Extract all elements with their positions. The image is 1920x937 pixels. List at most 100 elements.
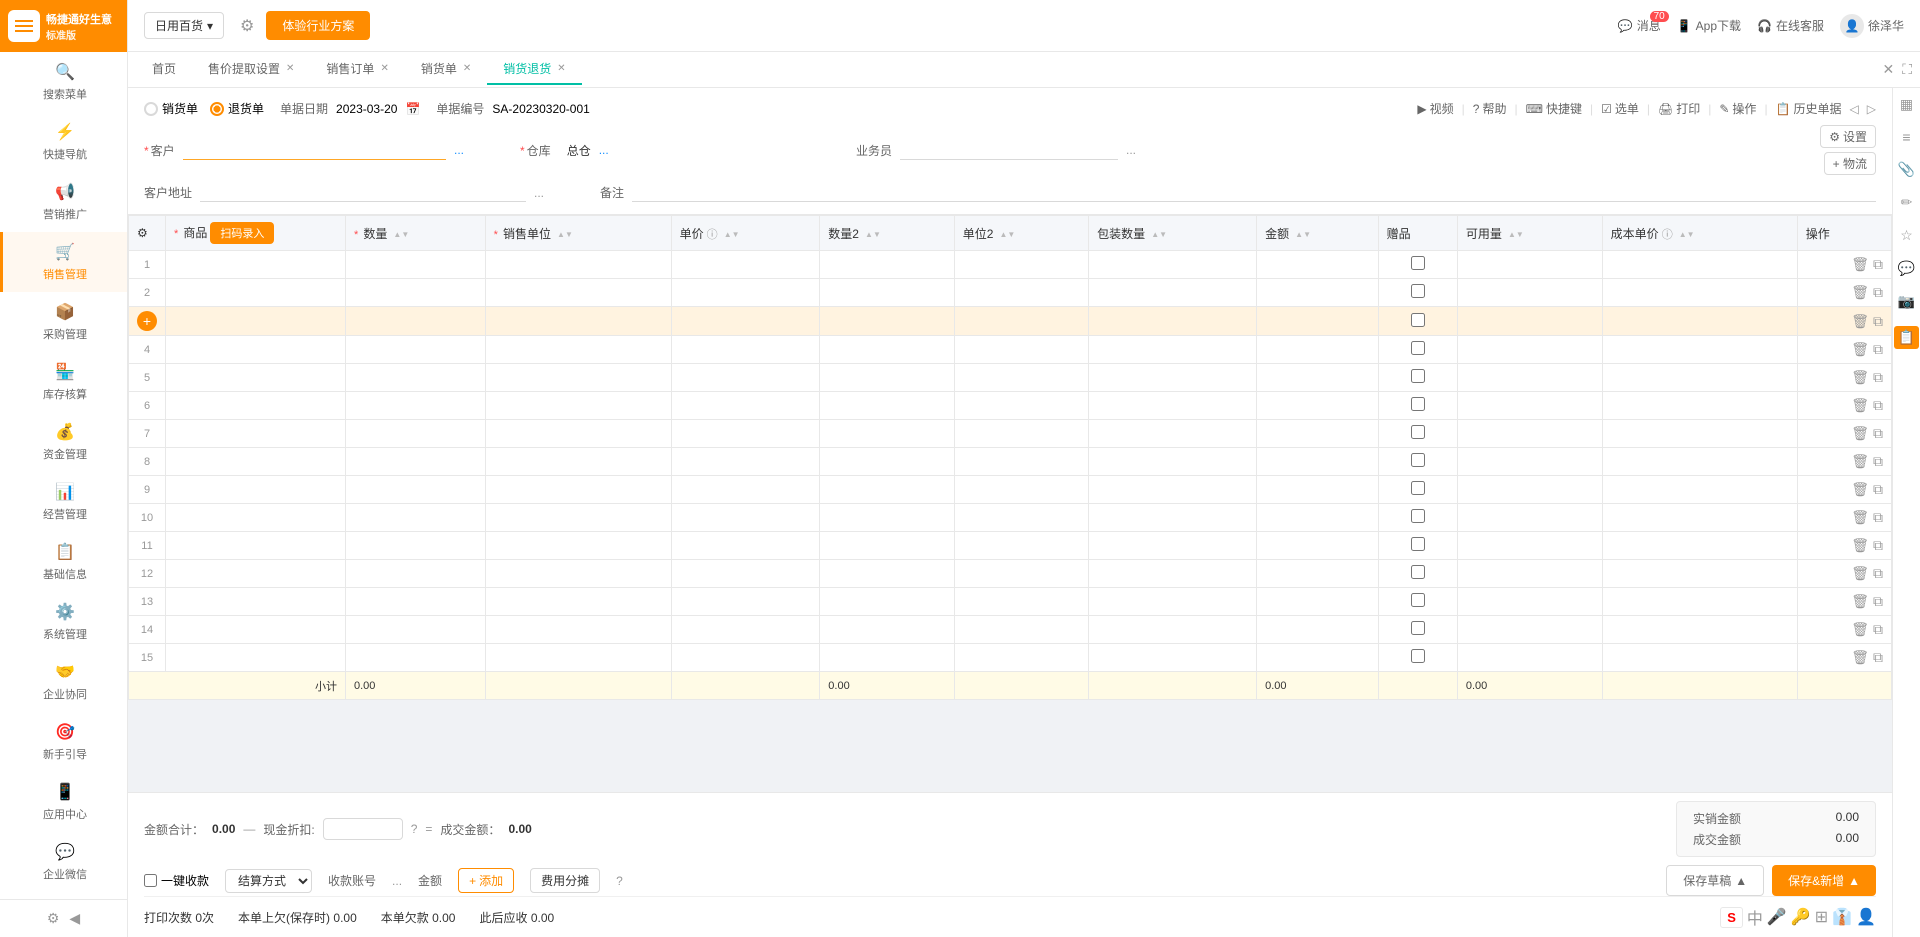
radio-return[interactable]: 退货单 [210,100,264,117]
address-input[interactable] [200,183,526,202]
copy-icon[interactable]: ⧉ [1873,481,1883,498]
right-star-icon[interactable]: ☆ [1900,227,1913,244]
right-list-view-icon[interactable]: ≡ [1902,129,1910,145]
right-action-icon[interactable]: 📋 [1894,326,1919,349]
tab-salesReturn-close[interactable]: ✕ [557,63,565,74]
delete-icon[interactable]: 🗑 [1851,565,1869,582]
delete-icon[interactable]: 🗑 [1851,509,1869,526]
scan-barcode-btn[interactable]: 扫码录入 [210,222,274,244]
topbar-online-service[interactable]: 🎧 在线客服 [1757,17,1824,34]
copy-icon[interactable]: ⧉ [1873,537,1883,554]
save-new-btn[interactable]: 保存&新增 ▲ [1772,865,1876,896]
packageQty-sort-icon[interactable]: ▲▼ [1151,230,1167,239]
toolbar-mic-icon[interactable]: 🎤 [1767,907,1787,927]
sidebar-item-system[interactable]: ⚙️ 系统管理 [0,592,127,652]
remark-input[interactable] [632,183,1876,202]
qty2-cell-hl[interactable] [820,307,954,336]
costPrice-sort-icon[interactable]: ▲▼ [1679,230,1695,239]
available-cell[interactable] [1457,251,1602,279]
gift-checkbox[interactable] [1411,397,1425,411]
topbar-msg[interactable]: 💬 消息 70 [1618,17,1661,34]
sidebar-settings-btn[interactable]: ⚙ [47,910,60,927]
available-sort-icon[interactable]: ▲▼ [1508,230,1524,239]
toolbar-zhong-icon[interactable]: 中 [1747,905,1763,929]
customer-dots[interactable]: ... [454,143,464,157]
qty-cell-hl[interactable] [346,307,486,336]
sidebar-item-shortcuts[interactable]: ⚡ 快捷导航 [0,112,127,172]
costPrice-cell-hl[interactable] [1602,307,1797,336]
amount-cell[interactable] [1257,251,1379,279]
discount-input[interactable] [323,818,403,840]
history-nav-next[interactable]: ▷ [1867,102,1876,116]
sidebar-item-finance[interactable]: 💰 资金管理 [0,412,127,472]
industry-select[interactable]: 日用百货 ▾ [144,12,224,39]
salesperson-input[interactable] [900,141,1118,160]
gift-checkbox[interactable] [1411,509,1425,523]
sidebar-item-wechat[interactable]: 💬 企业微信 [0,832,127,892]
available-cell[interactable] [1457,279,1602,307]
gift-cell[interactable] [1378,279,1457,307]
salesUnit-cell-hl[interactable] [485,307,671,336]
qty-cell[interactable] [346,251,486,279]
add-payment-btn[interactable]: + 添加 [458,868,514,893]
right-chat-icon[interactable]: 💬 [1898,260,1915,277]
delete-row-icon[interactable]: 🗑 [1851,256,1869,273]
copy-icon[interactable]: ⧉ [1873,425,1883,442]
header-select-btn[interactable]: ☑ 选单 [1601,100,1639,117]
account-dots[interactable]: ... [392,874,402,888]
product-cell[interactable] [166,251,346,279]
unit2-sort-icon[interactable]: ▲▼ [999,230,1015,239]
delete-icon[interactable]: 🗑 [1851,649,1869,666]
product-input-1[interactable] [174,259,337,271]
tab-salesGoods[interactable]: 销货单 ✕ [405,54,487,85]
copy-icon[interactable]: ⧉ [1873,593,1883,610]
packageQty-cell[interactable] [1089,251,1257,279]
sidebar-item-marketing[interactable]: 📢 营销推广 [0,172,127,232]
sidebar-item-operations[interactable]: 📊 经营管理 [0,472,127,532]
delete-icon[interactable]: 🗑 [1851,621,1869,638]
gift-checkbox[interactable] [1411,425,1425,439]
delete-icon[interactable]: 🗑 [1851,481,1869,498]
unitPrice-help-icon[interactable]: ⓘ [707,229,718,241]
gift-checkbox[interactable] [1411,453,1425,467]
footer-help-icon[interactable]: ? [616,874,623,888]
unit2-cell[interactable] [954,251,1088,279]
copy-icon[interactable]: ⧉ [1873,453,1883,470]
trial-btn[interactable]: 体验行业方案 [266,11,370,40]
calendar-icon[interactable]: 📅 [405,102,420,116]
gift-checkbox[interactable] [1411,481,1425,495]
tab-salePrice[interactable]: 售价提取设置 ✕ [192,54,310,85]
amount-cell-hl[interactable] [1257,307,1379,336]
sidebar-item-basic[interactable]: 📋 基础信息 [0,532,127,592]
delete-row-icon[interactable]: 🗑 [1851,284,1869,301]
salesUnit-sort-icon[interactable]: ▲▼ [557,230,573,239]
topbar-app-download[interactable]: 📱 App下载 [1677,17,1741,34]
save-draft-btn[interactable]: 保存草稿 ▲ [1666,865,1764,896]
sidebar-item-enterprise[interactable]: 🤝 企业协同 [0,652,127,712]
gift-checkbox[interactable] [1411,537,1425,551]
gift-checkbox-2[interactable] [1411,284,1425,298]
copy-icon[interactable]: ⧉ [1873,509,1883,526]
unitPrice-cell[interactable] [671,251,820,279]
delete-row-icon[interactable]: 🗑 [1851,313,1869,330]
delete-icon[interactable]: 🗑 [1851,537,1869,554]
sidebar-item-sales[interactable]: 🛒 销售管理 [0,232,127,292]
qty-cell[interactable] [346,279,486,307]
amount-cell[interactable] [1257,279,1379,307]
header-shortcut-btn[interactable]: ⌨ 快捷键 [1526,100,1582,117]
product-input-3[interactable] [174,315,337,327]
topbar-gear-icon[interactable]: ⚙ [240,16,254,36]
delete-icon[interactable]: 🗑 [1851,425,1869,442]
sidebar-item-newbie[interactable]: 🎯 新手引导 [0,712,127,772]
gift-checkbox-1[interactable] [1411,256,1425,270]
product-cell-hl[interactable] [166,307,346,336]
packageQty-cell-hl[interactable] [1089,307,1257,336]
delete-icon[interactable]: 🗑 [1851,397,1869,414]
sidebar-item-appCenter[interactable]: 📱 应用中心 [0,772,127,832]
copy-icon[interactable]: ⧉ [1873,621,1883,638]
gift-checkbox[interactable] [1411,369,1425,383]
gift-checkbox[interactable] [1411,649,1425,663]
copy-icon[interactable]: ⧉ [1873,341,1883,358]
gift-cell[interactable] [1378,251,1457,279]
tab-home[interactable]: 首页 [136,54,192,85]
